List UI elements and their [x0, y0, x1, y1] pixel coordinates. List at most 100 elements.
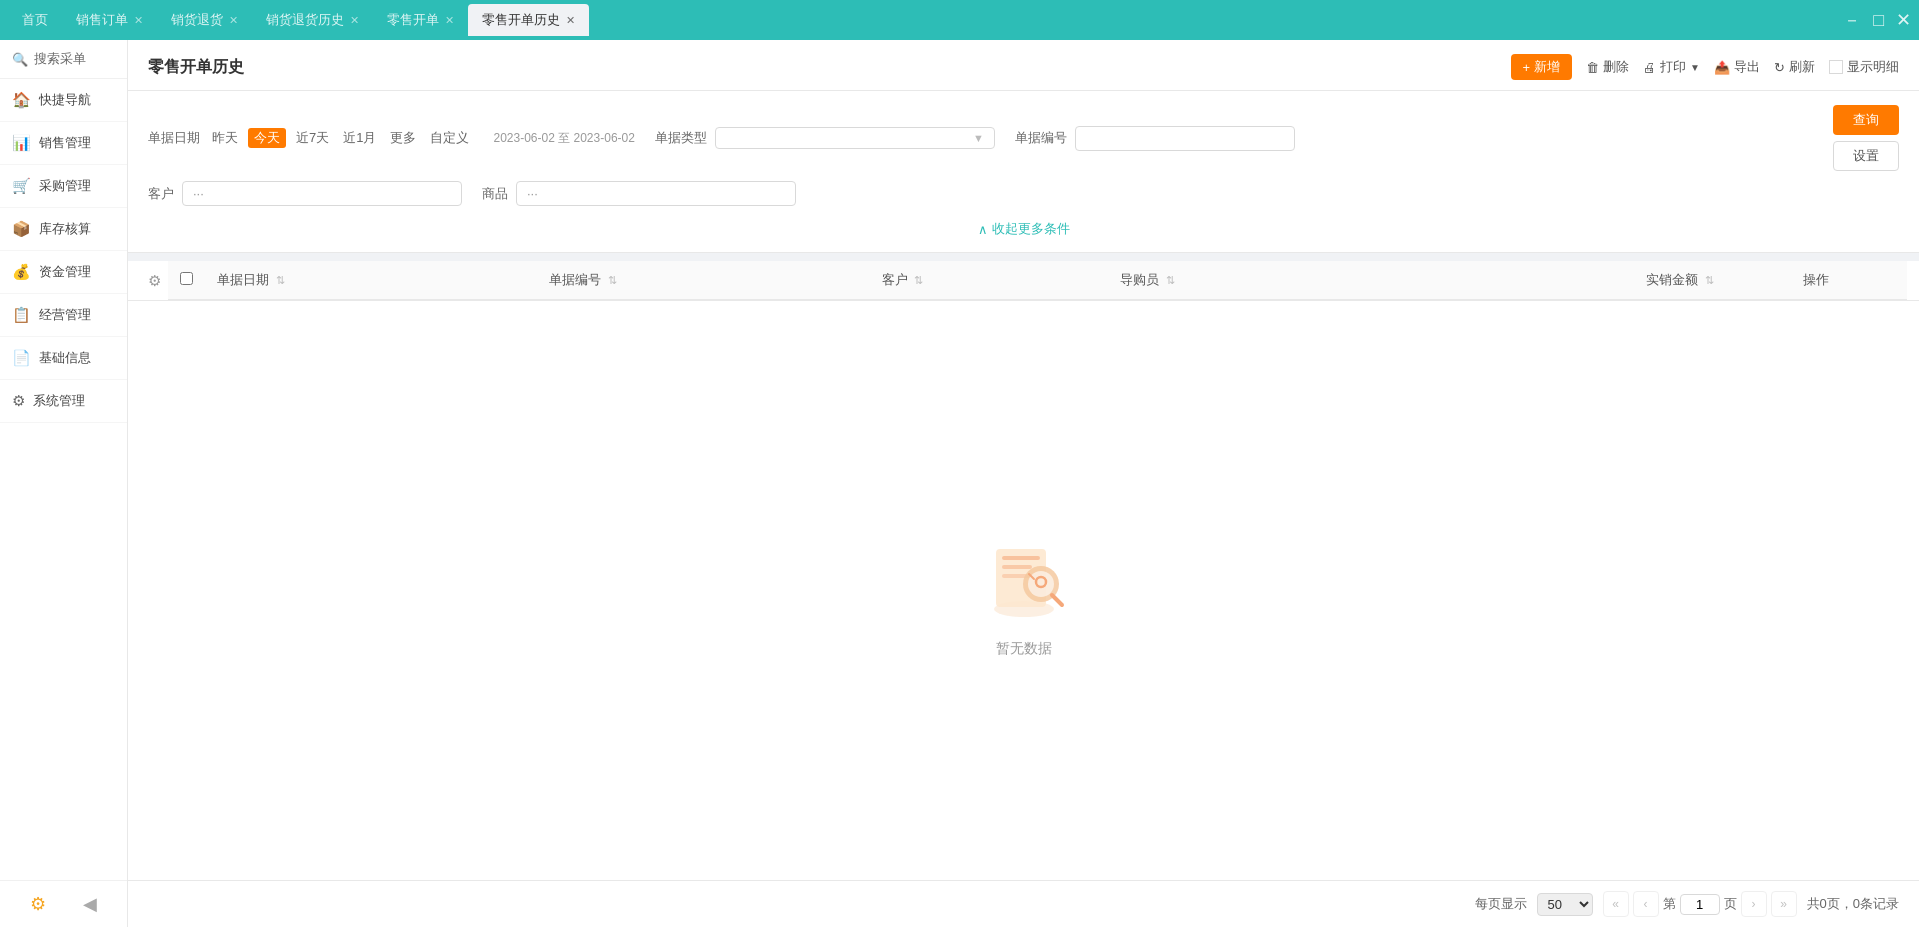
- filter-customer-item: 客户 ···: [148, 181, 462, 206]
- sidebar-item-inventory[interactable]: 📦 库存核算: [0, 208, 127, 251]
- svg-rect-2: [1002, 556, 1040, 560]
- th-guide[interactable]: 导购员 ⇅: [1108, 261, 1393, 300]
- th-number-label: 单据编号: [549, 272, 601, 287]
- next-page-button[interactable]: ›: [1741, 891, 1767, 917]
- th-customer[interactable]: 客户 ⇅: [870, 261, 1108, 300]
- base-info-icon: 📄: [12, 349, 31, 367]
- sidebar-item-purchase[interactable]: 🛒 采购管理: [0, 165, 127, 208]
- date-opt-today[interactable]: 今天: [248, 128, 286, 148]
- sidebar-item-quick-nav[interactable]: 🏠 快捷导航: [0, 79, 127, 122]
- th-date-sort[interactable]: ⇅: [276, 274, 285, 286]
- sidebar-search[interactable]: 🔍 搜索采单: [0, 40, 127, 79]
- first-page-button[interactable]: «: [1603, 891, 1629, 917]
- maximize-button[interactable]: □: [1873, 10, 1884, 31]
- filter-order-number-label: 单据编号: [1015, 129, 1067, 147]
- content-area: 零售开单历史 + 新增 🗑 删除 🖨 打印 ▼ 📤 导出: [128, 40, 1919, 927]
- th-amount[interactable]: 实销金额 ⇅: [1393, 261, 1725, 300]
- display-detail-checkbox[interactable]: [1829, 60, 1843, 74]
- delete-button[interactable]: 🗑 删除: [1586, 58, 1629, 76]
- print-arrow: ▼: [1690, 62, 1700, 73]
- delete-icon: 🗑: [1586, 60, 1599, 75]
- print-button[interactable]: 🖨 打印 ▼: [1643, 58, 1700, 76]
- date-opt-1month[interactable]: 近1月: [339, 128, 380, 148]
- sidebar: 🔍 搜索采单 🏠 快捷导航 📊 销售管理 🛒 采购管理 📦 库存核算 💰 资金管…: [0, 40, 128, 927]
- filter-row-1: 单据日期 昨天 今天 近7天 近1月 更多 自定义 2023-06-02 至 2…: [148, 105, 1899, 171]
- table-container: ⚙ 单据日期 ⇅ 单据编号: [128, 261, 1919, 927]
- new-icon: +: [1523, 60, 1531, 75]
- table-header-row: ⚙ 单据日期 ⇅ 单据编号: [128, 261, 1919, 301]
- th-number[interactable]: 单据编号 ⇅: [537, 261, 869, 300]
- query-button[interactable]: 查询: [1833, 105, 1899, 135]
- filter-date-range-item: 2023-06-02 至 2023-06-02: [493, 130, 634, 147]
- search-icon: 🔍: [12, 52, 28, 67]
- sales-icon: 📊: [12, 134, 31, 152]
- date-opt-more[interactable]: 更多: [386, 128, 420, 148]
- filter-goods-input[interactable]: ···: [516, 181, 796, 206]
- tab-sales-order-label: 销售订单: [76, 11, 128, 29]
- refresh-button[interactable]: ↻ 刷新: [1774, 58, 1815, 76]
- th-number-sort[interactable]: ⇅: [608, 274, 617, 286]
- sidebar-collapse-icon[interactable]: ◀: [83, 893, 97, 915]
- empty-icon: [974, 524, 1074, 624]
- tab-home-label: 首页: [22, 11, 48, 29]
- filter-goods-item: 商品 ···: [482, 181, 796, 206]
- filter-order-number-input[interactable]: [1075, 126, 1295, 151]
- table-head: 单据日期 ⇅ 单据编号 ⇅ 客户 ⇅: [168, 261, 1907, 300]
- new-label: 新增: [1534, 58, 1560, 76]
- filter-date-range: 2023-06-02 至 2023-06-02: [493, 130, 634, 147]
- date-opt-custom[interactable]: 自定义: [426, 128, 473, 148]
- sidebar-item-system[interactable]: ⚙ 系统管理: [0, 380, 127, 423]
- close-window-button[interactable]: ✕: [1896, 9, 1911, 31]
- filter-customer-ellipsis: ···: [193, 186, 204, 201]
- filter-order-type-arrow: ▼: [973, 132, 984, 144]
- sidebar-item-finance[interactable]: 💰 资金管理: [0, 251, 127, 294]
- tab-home[interactable]: 首页: [8, 4, 62, 36]
- export-button[interactable]: 📤 导出: [1714, 58, 1760, 76]
- tab-sales-order-close[interactable]: ✕: [134, 14, 143, 27]
- sidebar-settings-icon[interactable]: ⚙: [30, 893, 46, 915]
- display-detail-button[interactable]: 显示明细: [1829, 58, 1899, 76]
- tab-retail-open-history-label: 零售开单历史: [482, 11, 560, 29]
- empty-text: 暂无数据: [996, 640, 1052, 658]
- sidebar-item-operations[interactable]: 📋 经营管理: [0, 294, 127, 337]
- tab-retail-open-close[interactable]: ✕: [445, 14, 454, 27]
- system-icon: ⚙: [12, 392, 25, 410]
- last-page-button[interactable]: »: [1771, 891, 1797, 917]
- per-page-select[interactable]: 50 10 20 100: [1537, 893, 1593, 916]
- table-settings-icon[interactable]: ⚙: [140, 267, 168, 295]
- tab-sales-return[interactable]: 销货退货 ✕: [157, 4, 252, 36]
- prev-page-button[interactable]: ‹: [1633, 891, 1659, 917]
- inventory-icon: 📦: [12, 220, 31, 238]
- svg-line-7: [1052, 595, 1062, 605]
- filter-order-type-select[interactable]: ▼: [715, 127, 995, 149]
- select-all-checkbox[interactable]: [180, 272, 193, 285]
- th-guide-sort[interactable]: ⇅: [1166, 274, 1175, 286]
- page-number-input[interactable]: [1680, 894, 1720, 915]
- th-amount-sort[interactable]: ⇅: [1705, 274, 1714, 286]
- date-opt-7days[interactable]: 近7天: [292, 128, 333, 148]
- sidebar-item-base-info-label: 基础信息: [39, 349, 91, 367]
- th-date[interactable]: 单据日期 ⇅: [205, 261, 537, 300]
- date-opt-yesterday[interactable]: 昨天: [208, 128, 242, 148]
- sidebar-item-inventory-label: 库存核算: [39, 220, 91, 238]
- tab-sales-order[interactable]: 销售订单 ✕: [62, 4, 157, 36]
- sidebar-item-purchase-label: 采购管理: [39, 177, 91, 195]
- minimize-button[interactable]: －: [1843, 8, 1861, 32]
- page-label: 第: [1663, 895, 1676, 913]
- tab-sales-return-close[interactable]: ✕: [229, 14, 238, 27]
- new-button[interactable]: + 新增: [1511, 54, 1573, 80]
- sidebar-search-label: 搜索采单: [34, 50, 86, 68]
- tab-retail-open-history[interactable]: 零售开单历史 ✕: [468, 4, 589, 36]
- print-label: 打印: [1660, 58, 1686, 76]
- tab-retail-open-history-close[interactable]: ✕: [566, 14, 575, 27]
- tab-retail-open[interactable]: 零售开单 ✕: [373, 4, 468, 36]
- collapse-row[interactable]: ∧ 收起更多条件: [148, 216, 1899, 238]
- filter-customer-input[interactable]: ···: [182, 181, 462, 206]
- settings-button[interactable]: 设置: [1833, 141, 1899, 171]
- th-customer-sort[interactable]: ⇅: [914, 274, 923, 286]
- sidebar-bottom: ⚙ ◀: [0, 880, 127, 927]
- tab-sales-return-history-close[interactable]: ✕: [350, 14, 359, 27]
- sidebar-item-sales[interactable]: 📊 销售管理: [0, 122, 127, 165]
- tab-sales-return-history[interactable]: 销货退货历史 ✕: [252, 4, 373, 36]
- sidebar-item-base-info[interactable]: 📄 基础信息: [0, 337, 127, 380]
